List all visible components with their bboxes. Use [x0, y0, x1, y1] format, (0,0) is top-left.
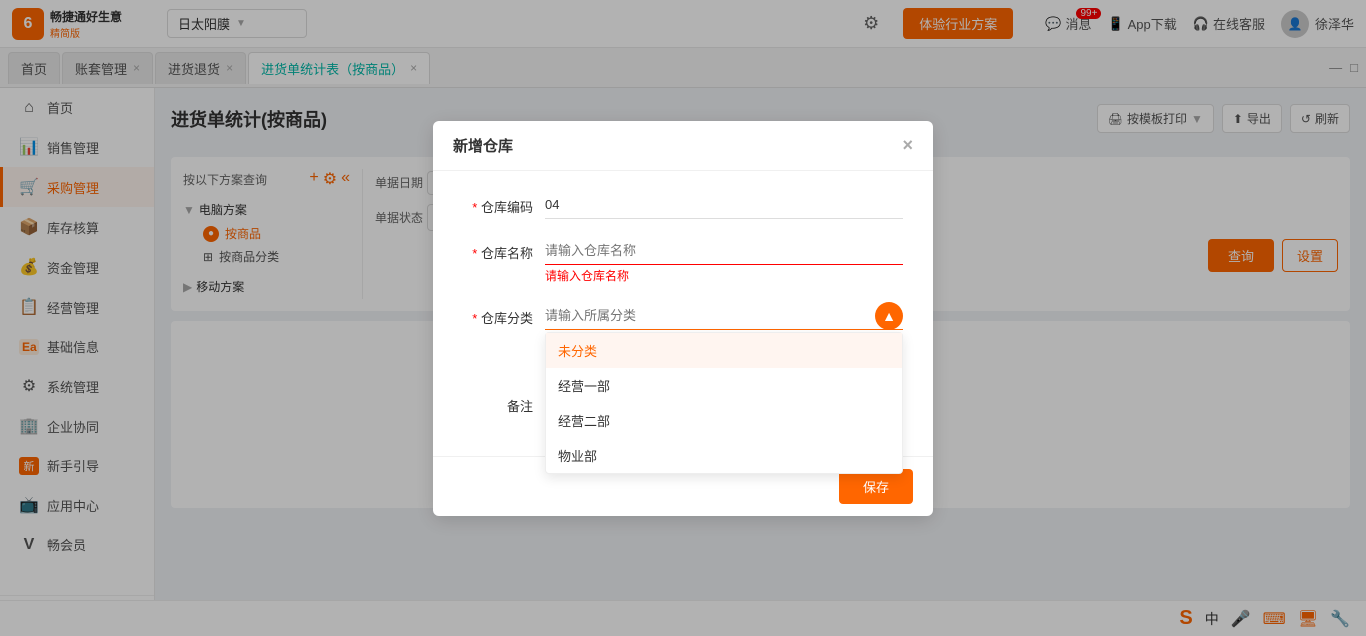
name-error-msg: 请输入仓库名称	[545, 267, 903, 284]
category-dropdown-list: 未分类 经营一部 经营二部 物业部	[545, 332, 903, 474]
new-warehouse-modal: 新增仓库 × * 仓库编码 * 仓库名称	[433, 121, 933, 516]
modal-title: 新增仓库	[453, 135, 513, 156]
warehouse-category-input[interactable]	[545, 302, 903, 330]
name-field: 请输入仓库名称	[545, 237, 903, 284]
dropdown-option-1[interactable]: 经营一部	[546, 368, 902, 403]
modal-header: 新增仓库 ×	[433, 121, 933, 171]
save-btn[interactable]: 保存	[839, 469, 913, 504]
dropdown-option-2[interactable]: 经营二部	[546, 403, 902, 438]
overlay: 新增仓库 × * 仓库编码 * 仓库名称	[0, 0, 1366, 636]
code-field	[545, 191, 903, 219]
warehouse-code-input[interactable]	[545, 191, 903, 219]
form-row-name: * 仓库名称 请输入仓库名称	[463, 237, 903, 284]
warehouse-name-input[interactable]	[545, 237, 903, 265]
modal-body: * 仓库编码 * 仓库名称 请输入仓库名称	[433, 171, 933, 456]
form-row-category: * 仓库分类 ▲ 未分类 经营一部 经营二部 物业部	[463, 302, 903, 330]
code-label: * 仓库编码	[463, 191, 533, 216]
category-field: ▲ 未分类 经营一部 经营二部 物业部	[545, 302, 903, 330]
category-dropdown-toggle[interactable]: ▲	[875, 302, 903, 330]
dropdown-option-0[interactable]: 未分类	[546, 333, 902, 368]
remark-label: 备注	[463, 390, 533, 415]
form-row-code: * 仓库编码	[463, 191, 903, 219]
category-label: * 仓库分类	[463, 302, 533, 327]
dropdown-option-3[interactable]: 物业部	[546, 438, 902, 473]
name-label: * 仓库名称	[463, 237, 533, 262]
modal-close-btn[interactable]: ×	[902, 135, 913, 156]
